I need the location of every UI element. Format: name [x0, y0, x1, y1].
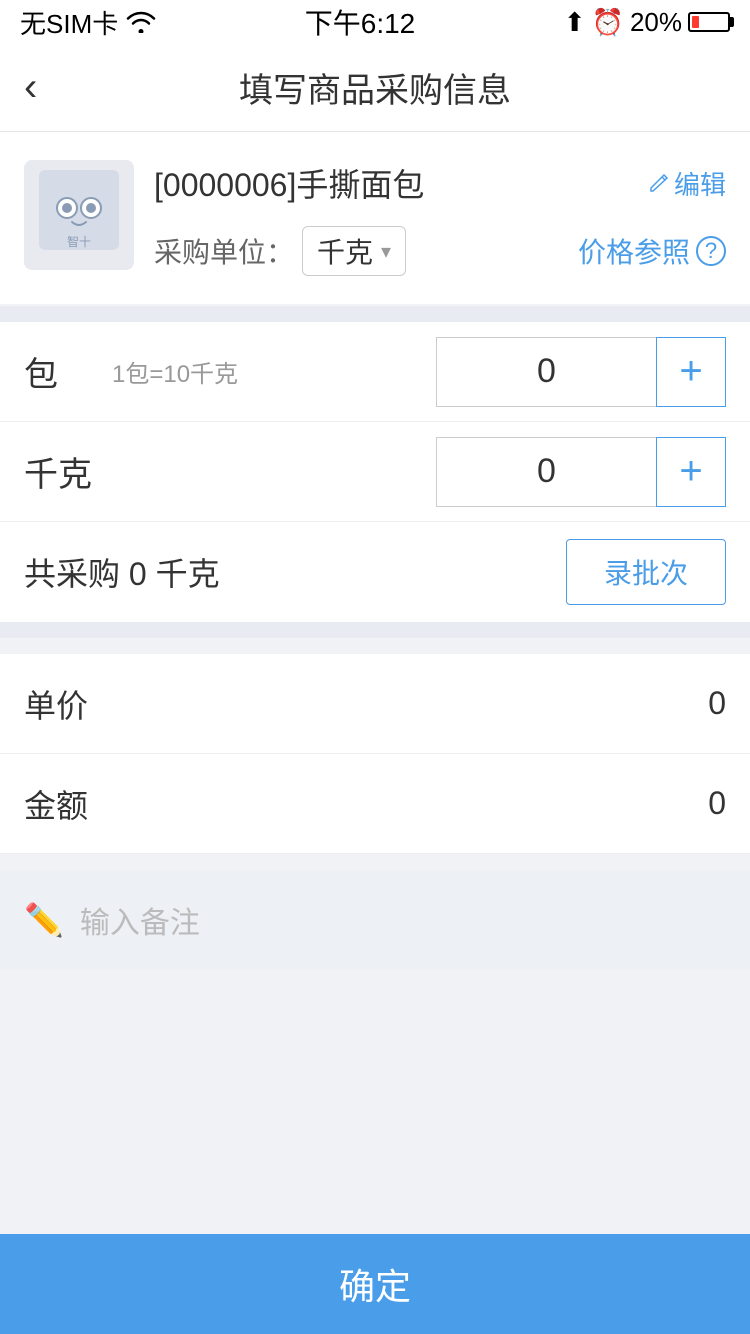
- amount-label: 金额: [24, 781, 708, 827]
- page-title: 填写商品采购信息: [239, 63, 511, 112]
- chevron-down-icon: ▾: [381, 239, 391, 264]
- battery-fill: [692, 16, 699, 28]
- edit-button[interactable]: 编辑: [648, 165, 726, 202]
- bao-input[interactable]: [436, 337, 656, 407]
- batch-button[interactable]: 录批次: [566, 539, 726, 605]
- back-button[interactable]: ‹: [24, 65, 37, 110]
- alarm-icon: ⏰: [592, 7, 624, 38]
- divider-2: [0, 622, 750, 638]
- confirm-button[interactable]: 确定: [0, 1234, 750, 1334]
- price-section: 单价 0 金额 0: [0, 654, 750, 854]
- bao-label: 包: [24, 347, 104, 396]
- bao-input-control: +: [436, 337, 726, 407]
- divider-1: [0, 306, 750, 322]
- bao-sublabel: 1包=10千克: [112, 354, 436, 389]
- status-left: 无SIM卡: [20, 4, 156, 41]
- unit-price-label: 单价: [24, 681, 708, 727]
- product-image: 智十: [24, 160, 134, 270]
- status-right: ⬆ ⏰ 20%: [564, 7, 730, 38]
- unit-label: 采购单位：: [154, 231, 294, 271]
- amount-row: 金额 0: [0, 754, 750, 854]
- summary-text: 共采购 0 千克: [24, 549, 566, 595]
- pencil-icon: ✏️: [24, 901, 64, 939]
- product-name-row: [0000006]手撕面包 编辑: [154, 160, 726, 206]
- kg-plus-button[interactable]: +: [656, 437, 726, 507]
- product-name: [0000006]手撕面包: [154, 160, 424, 206]
- notes-placeholder: 输入备注: [80, 898, 200, 942]
- help-icon: ?: [696, 236, 726, 266]
- kg-row: 千克 +: [0, 422, 750, 522]
- battery-icon: [688, 12, 730, 32]
- notes-section[interactable]: ✏️ 输入备注: [0, 870, 750, 970]
- bao-row: 包 1包=10千克 +: [0, 322, 750, 422]
- battery-pct: 20%: [630, 7, 682, 38]
- kg-input[interactable]: [436, 437, 656, 507]
- wifi-icon: [126, 11, 156, 33]
- summary-row: 共采购 0 千克 录批次: [0, 522, 750, 622]
- purchase-unit-row: 采购单位： 千克 ▾ 价格参照 ?: [154, 226, 726, 276]
- product-logo: 智十: [39, 170, 119, 260]
- price-ref-label: 价格参照: [578, 231, 690, 271]
- product-info: [0000006]手撕面包 编辑 采购单位： 千克 ▾ 价格参照 ?: [154, 160, 726, 276]
- unit-price-value: 0: [708, 685, 726, 722]
- bottom-spacer: [0, 970, 750, 1090]
- location-icon: ⬆: [564, 7, 586, 38]
- carrier-text: 无SIM卡: [20, 4, 118, 41]
- kg-input-control: +: [436, 437, 726, 507]
- bao-plus-button[interactable]: +: [656, 337, 726, 407]
- header: ‹ 填写商品采购信息: [0, 44, 750, 132]
- unit-price-row: 单价 0: [0, 654, 750, 754]
- svg-text:智十: 智十: [67, 234, 91, 249]
- quantity-section: 包 1包=10千克 + 千克 +: [0, 322, 750, 522]
- price-ref-button[interactable]: 价格参照 ?: [578, 231, 726, 271]
- status-time: 下午6:12: [305, 2, 416, 42]
- kg-label: 千克: [24, 447, 104, 496]
- status-bar: 无SIM卡 下午6:12 ⬆ ⏰ 20%: [0, 0, 750, 44]
- amount-value: 0: [708, 785, 726, 822]
- unit-select[interactable]: 千克 ▾: [302, 226, 406, 276]
- product-section: 智十 [0000006]手撕面包 编辑 采购单位： 千克 ▾: [0, 132, 750, 304]
- unit-value: 千克: [317, 231, 373, 271]
